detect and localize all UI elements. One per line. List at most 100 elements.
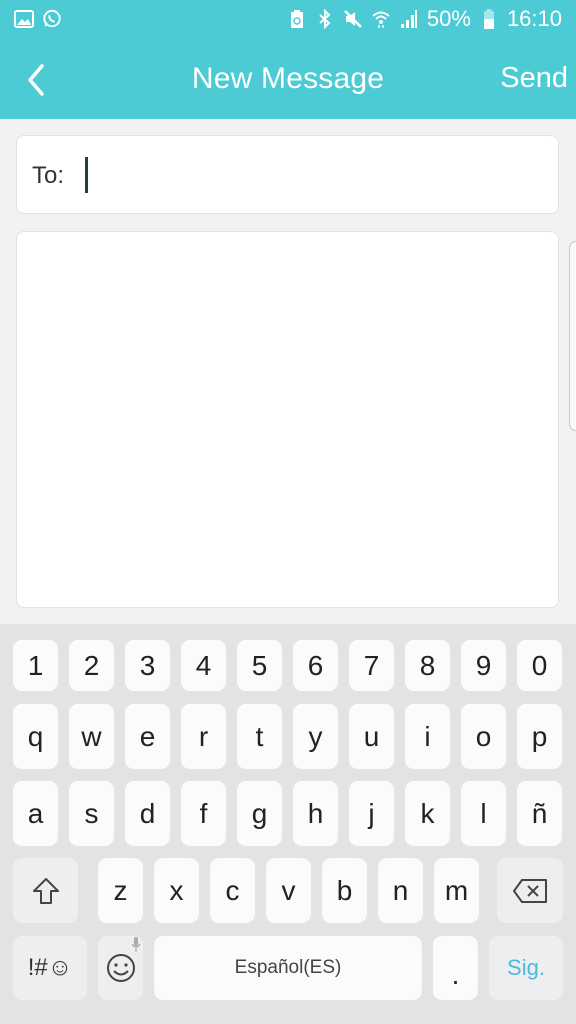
key-k[interactable]: k — [405, 781, 450, 846]
key-9-label: 9 — [475, 649, 492, 681]
symbols-key[interactable]: !#☺ — [13, 936, 87, 1000]
text-cursor — [85, 157, 88, 193]
gallery-icon — [14, 8, 34, 30]
to-label: To: — [32, 162, 65, 189]
key-p[interactable]: p — [517, 704, 562, 769]
key-a-label: a — [27, 797, 44, 829]
side-panel-handle[interactable] — [569, 241, 576, 431]
key-u-label: u — [363, 720, 380, 752]
clock: 16:10 — [506, 6, 562, 31]
key-z[interactable]: z — [98, 858, 143, 923]
key-h[interactable]: h — [293, 781, 338, 846]
key-o-label: o — [475, 720, 492, 752]
key-f-label: f — [199, 797, 208, 829]
battery-icon — [479, 8, 499, 30]
key-8-label: 8 — [419, 649, 436, 681]
key-1[interactable]: 1 — [13, 640, 58, 691]
key-u[interactable]: u — [349, 704, 394, 769]
period-key[interactable]: . — [433, 936, 478, 1000]
shift-key[interactable] — [13, 858, 78, 923]
key-m-label: m — [444, 874, 469, 906]
symbols-key-label: !#☺ — [27, 954, 73, 981]
key-j[interactable]: j — [349, 781, 394, 846]
period-key-label: . — [451, 959, 460, 990]
backspace-icon — [513, 878, 547, 903]
key-s[interactable]: s — [69, 781, 114, 846]
emoji-icon — [106, 954, 135, 982]
key-ñ-label: ñ — [531, 797, 548, 829]
key-v-label: v — [281, 874, 296, 906]
whatsapp-icon — [42, 8, 62, 30]
key-4[interactable]: 4 — [181, 640, 226, 691]
key-o[interactable]: o — [461, 704, 506, 769]
key-2[interactable]: 2 — [69, 640, 114, 691]
key-b[interactable]: b — [322, 858, 367, 923]
key-d-label: d — [139, 797, 156, 829]
key-h-label: h — [307, 797, 324, 829]
next-key[interactable]: Sig. — [489, 936, 563, 1000]
signal-icon — [399, 8, 419, 30]
key-c[interactable]: c — [210, 858, 255, 923]
space-key-label: Español(ES) — [234, 957, 342, 978]
status-bar: 50% 16:10 — [0, 0, 576, 40]
key-3[interactable]: 3 — [125, 640, 170, 691]
key-0[interactable]: 0 — [517, 640, 562, 691]
key-y[interactable]: y — [293, 704, 338, 769]
key-y-label: y — [308, 720, 323, 752]
key-a[interactable]: a — [13, 781, 58, 846]
key-q-label: q — [27, 720, 44, 752]
send-button[interactable]: Send — [500, 62, 568, 95]
key-7-label: 7 — [363, 649, 380, 681]
message-body-field[interactable] — [16, 231, 559, 608]
key-w[interactable]: w — [69, 704, 114, 769]
key-0-label: 0 — [531, 649, 548, 681]
battery-saver-icon — [287, 8, 307, 30]
key-r-label: r — [198, 720, 209, 752]
key-s-label: s — [84, 797, 99, 829]
key-l[interactable]: l — [461, 781, 506, 846]
recipient-field[interactable]: To: — [16, 135, 559, 214]
key-9[interactable]: 9 — [461, 640, 506, 691]
page-title: New Message — [191, 62, 385, 95]
battery-percent: 50% — [426, 6, 471, 31]
key-5[interactable]: 5 — [237, 640, 282, 691]
key-f[interactable]: f — [181, 781, 226, 846]
key-p-label: p — [531, 720, 548, 752]
key-v[interactable]: v — [266, 858, 311, 923]
key-7[interactable]: 7 — [349, 640, 394, 691]
wifi-icon — [371, 8, 391, 30]
key-r[interactable]: r — [181, 704, 226, 769]
key-w-label: w — [81, 720, 102, 752]
key-5-label: 5 — [251, 649, 268, 681]
key-i[interactable]: i — [405, 704, 450, 769]
key-c-label: c — [225, 874, 240, 906]
key-k-label: k — [420, 797, 435, 829]
key-1-label: 1 — [27, 649, 44, 681]
key-q[interactable]: q — [13, 704, 58, 769]
key-g[interactable]: g — [237, 781, 282, 846]
key-t-label: t — [255, 720, 264, 752]
key-ñ[interactable]: ñ — [517, 781, 562, 846]
key-8[interactable]: 8 — [405, 640, 450, 691]
key-j-label: j — [368, 797, 375, 829]
app-bar: New Message Send — [0, 40, 576, 119]
key-n-label: n — [392, 874, 409, 906]
key-e-label: e — [139, 720, 156, 752]
key-4-label: 4 — [195, 649, 212, 681]
key-6-label: 6 — [307, 649, 324, 681]
key-t[interactable]: t — [237, 704, 282, 769]
space-key[interactable]: Español(ES) — [154, 936, 422, 1000]
key-6[interactable]: 6 — [293, 640, 338, 691]
key-x[interactable]: x — [154, 858, 199, 923]
key-n[interactable]: n — [378, 858, 423, 923]
key-i-label: i — [424, 720, 431, 752]
backspace-key[interactable] — [497, 858, 563, 923]
key-b-label: b — [336, 874, 353, 906]
key-d[interactable]: d — [125, 781, 170, 846]
key-m[interactable]: m — [434, 858, 479, 923]
key-e[interactable]: e — [125, 704, 170, 769]
key-l-label: l — [480, 797, 487, 829]
emoji-key[interactable] — [98, 936, 143, 1000]
key-z-label: z — [113, 874, 128, 906]
mic-icon — [131, 937, 141, 952]
